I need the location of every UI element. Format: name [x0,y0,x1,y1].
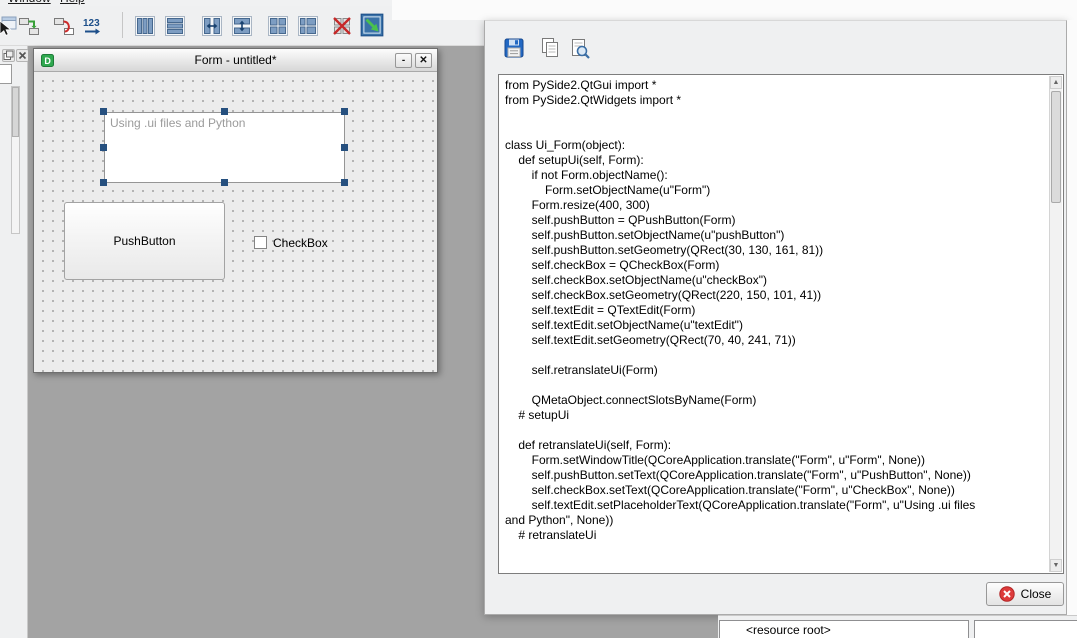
checkbox-indicator[interactable] [254,236,267,249]
layout-grid-button[interactable] [265,13,291,39]
find-icon [569,38,591,60]
selection-handle-bottom-left[interactable] [100,179,107,186]
widget-box-scrollbar-thumb[interactable] [12,87,19,137]
checkbox-widget[interactable]: CheckBox [254,222,355,263]
selection-handle-top-left[interactable] [100,108,107,115]
layout-horizontal-splitter-button[interactable] [199,13,225,39]
code-text[interactable]: from PySide2.QtGui import * from PySide2… [505,78,975,543]
find-button[interactable] [567,36,593,62]
edit-tab-order-icon: 123 [81,14,105,38]
selection-handle-mid-right[interactable] [341,144,348,151]
svg-text:123: 123 [83,18,100,29]
form-titlebar[interactable]: D Form - untitled* - ✕ [34,49,437,72]
resource-root-item[interactable]: <resource root> [719,620,969,638]
adjust-size-button[interactable] [359,12,385,38]
copy-button[interactable] [537,35,563,61]
widget-box-scrollbar[interactable] [11,86,20,234]
code-view[interactable]: from PySide2.QtGui import * from PySide2… [498,74,1064,574]
resource-root-label: <resource root> [746,623,831,637]
resource-side-panel[interactable] [974,620,1077,638]
dock-float-button[interactable] [2,49,15,62]
edit-buddies-icon [52,14,76,38]
edit-tab-order-button[interactable]: 123 [80,13,106,39]
close-button[interactable]: Close [986,582,1064,606]
edit-buddies-button[interactable] [51,13,77,39]
checkbox-label: CheckBox [273,236,328,250]
window-background-right [1067,20,1077,615]
scroll-down-icon[interactable]: ▼ [1050,559,1062,572]
layout-vertical-splitter-icon [230,14,254,38]
close-button-label: Close [1021,587,1052,601]
textedit-widget[interactable]: Using .ui files and Python [104,112,345,183]
pushbutton-widget[interactable]: PushButton [64,202,225,280]
selection-handle-top-mid[interactable] [221,108,228,115]
toolbar-separator [122,12,123,38]
form-minimize-button[interactable]: - [395,53,412,68]
selection-handle-top-right[interactable] [341,108,348,115]
layout-horizontal-icon [133,14,157,38]
designer-form-icon: D [41,54,54,67]
layout-horizontal-button[interactable] [132,13,158,39]
code-scrollbar[interactable]: ▲ ▼ [1049,76,1062,572]
copy-icon [539,37,561,59]
layout-vertical-button[interactable] [162,13,188,39]
scroll-up-icon[interactable]: ▲ [1050,76,1062,89]
break-layout-button[interactable] [329,13,355,39]
menu-help[interactable]: Help [60,0,85,5]
layout-horizontal-splitter-icon [200,14,224,38]
widget-box-dock [0,46,28,638]
selection-handle-bottom-right[interactable] [341,179,348,186]
code-preview-dialog: from PySide2.QtGui import * from PySide2… [484,20,1067,615]
edit-signals-slots-icon [17,14,41,38]
code-scrollbar-thumb[interactable] [1051,91,1061,203]
form-title: Form - untitled* [74,53,397,67]
layout-grid-icon [266,14,290,38]
dock-close-icon [17,50,28,61]
close-icon [999,586,1015,602]
qt-designer-root: Window Help [0,0,1077,638]
layout-vertical-icon [163,14,187,38]
save-button[interactable] [501,35,527,61]
menu-window[interactable]: Window [8,0,51,5]
resource-browser: <resource root> [718,615,1077,638]
break-layout-icon [330,14,354,38]
form-canvas[interactable]: Using .ui files and Python PushButton Ch… [34,72,437,372]
layout-vertical-splitter-button[interactable] [229,13,255,39]
save-icon [503,37,525,59]
svg-text:D: D [44,56,51,66]
form-close-button[interactable]: ✕ [415,53,432,68]
edit-signals-slots-button[interactable] [16,13,42,39]
pushbutton-label: PushButton [113,234,175,248]
adjust-size-icon [359,12,385,38]
selection-handle-mid-left[interactable] [100,144,107,151]
selection-handle-bottom-mid[interactable] [221,179,228,186]
layout-form-button[interactable] [295,13,321,39]
form-window[interactable]: D Form - untitled* - ✕ Using .ui files a… [33,48,438,373]
window-background-top [392,0,1077,20]
dock-float-icon [3,50,14,61]
widget-filter-input[interactable] [0,64,12,84]
layout-form-icon [296,14,320,38]
textedit-placeholder: Using .ui files and Python [110,116,245,130]
